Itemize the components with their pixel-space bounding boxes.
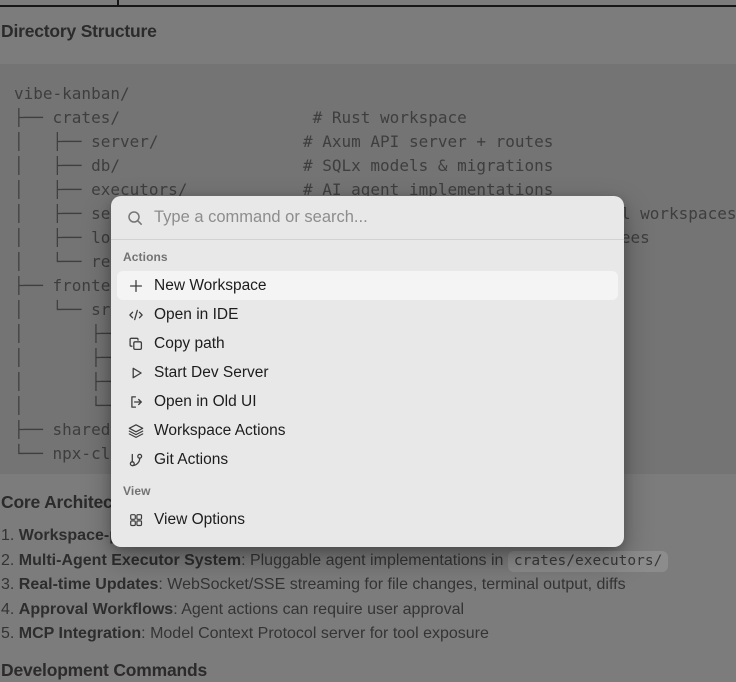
list-item: 3. Real-time Updates: WebSocket/SSE stre… xyxy=(1,573,736,598)
palette-item-label: Start Dev Server xyxy=(154,363,269,381)
palette-item-label: New Workspace xyxy=(154,276,267,294)
list-item-text: : Pluggable agent implementations in xyxy=(241,551,508,569)
plus-icon xyxy=(128,278,144,294)
command-search-input[interactable] xyxy=(154,208,609,227)
list-item-label: MCP Integration xyxy=(18,625,142,642)
section-title-directory-structure: Directory Structure xyxy=(1,21,157,41)
search-icon xyxy=(128,210,142,225)
palette-item-label: Workspace Actions xyxy=(154,421,286,439)
palette-item-start-dev-server[interactable]: Start Dev Server xyxy=(117,358,618,387)
list-item-label: Multi-Agent Executor System xyxy=(18,551,242,569)
command-palette: Actions New Workspace Open in IDE Copy p… xyxy=(111,196,624,547)
git-branch-icon xyxy=(128,452,144,468)
list-item-number: 1. xyxy=(1,527,15,544)
palette-body: Actions New Workspace Open in IDE Copy p… xyxy=(111,250,624,540)
list-item: 4. Approval Workflows: Agent actions can… xyxy=(1,598,736,623)
tab-divider xyxy=(117,0,119,7)
list-item-number: 3. xyxy=(1,576,15,593)
list-item-text: : Agent actions can require user approva… xyxy=(173,600,465,618)
section-title-development-commands: Development Commands xyxy=(1,659,208,680)
command-search-row xyxy=(111,196,624,240)
grid-icon xyxy=(128,512,144,528)
palette-item-label: Copy path xyxy=(154,334,225,352)
list-item-number: 5. xyxy=(1,625,15,642)
palette-item-open-in-old-ui[interactable]: Open in Old UI xyxy=(117,387,618,416)
list-item-number: 4. xyxy=(1,600,15,618)
list-item-text: : Model Context Protocol server for tool… xyxy=(141,625,489,642)
list-item-number: 2. xyxy=(1,551,15,569)
palette-item-label: Git Actions xyxy=(154,450,229,468)
palette-item-view-options[interactable]: View Options xyxy=(117,505,618,534)
layers-icon xyxy=(128,423,144,439)
palette-item-label: Open in IDE xyxy=(154,305,239,323)
list-item: 2. Multi-Agent Executor System: Pluggabl… xyxy=(1,549,736,574)
palette-item-label: View Options xyxy=(154,510,246,528)
palette-item-git-actions[interactable]: Git Actions xyxy=(117,445,618,474)
palette-section-label-actions: Actions xyxy=(123,250,168,264)
play-icon xyxy=(128,365,144,381)
list-item-label: Approval Workflows xyxy=(18,600,174,618)
open-external-icon xyxy=(128,394,144,410)
palette-item-open-in-ide[interactable]: Open in IDE xyxy=(117,300,618,329)
list-item-label: Real-time Updates xyxy=(18,576,159,593)
inline-code: crates/executors/ xyxy=(507,550,669,572)
tab-strip xyxy=(0,0,736,7)
palette-item-copy-path[interactable]: Copy path xyxy=(117,329,618,358)
list-item: 5. MCP Integration: Model Context Protoc… xyxy=(1,622,736,647)
copy-icon xyxy=(128,336,144,352)
palette-section-label-view: View xyxy=(123,484,151,498)
code-icon xyxy=(128,307,144,323)
list-item-text: : WebSocket/SSE streaming for file chang… xyxy=(158,576,626,593)
palette-item-workspace-actions[interactable]: Workspace Actions xyxy=(117,416,618,445)
palette-item-new-workspace[interactable]: New Workspace xyxy=(117,271,618,300)
palette-item-label: Open in Old UI xyxy=(154,392,257,410)
